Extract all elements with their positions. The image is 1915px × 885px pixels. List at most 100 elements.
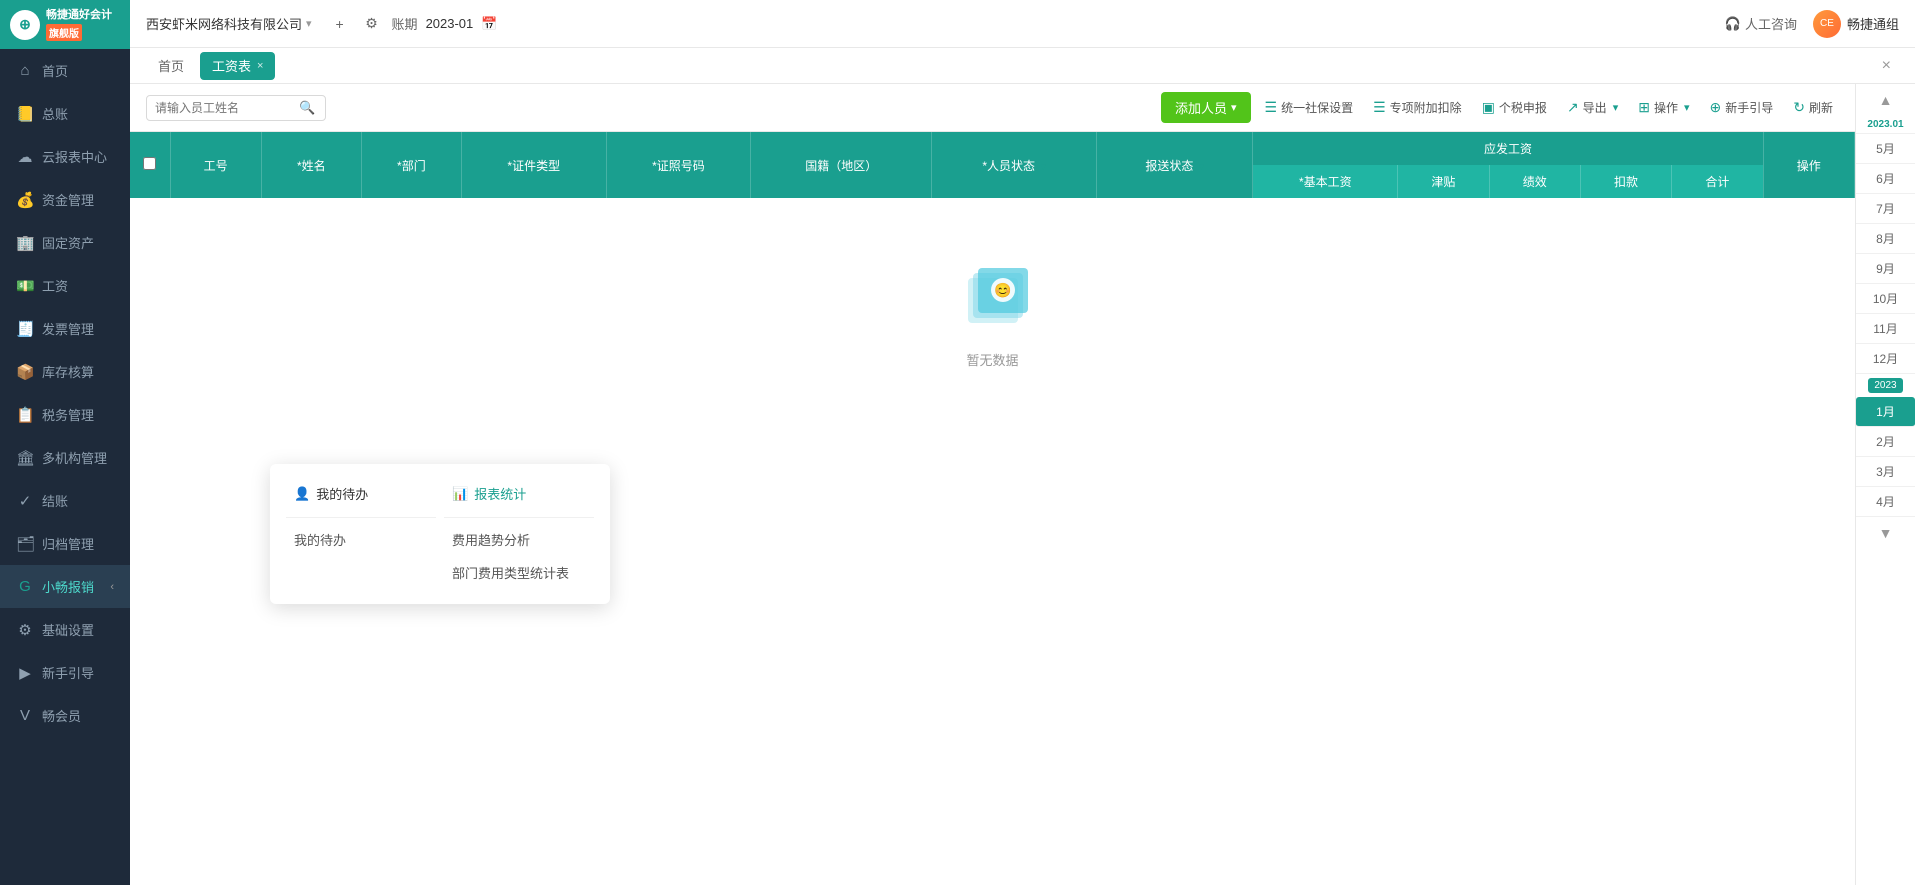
calendar-month-7[interactable]: 7月 (1856, 194, 1915, 224)
sidebar-item-ledger[interactable]: 📒 总账 (0, 92, 130, 135)
person-status-filter-icon[interactable]: ▾ (1040, 161, 1046, 173)
new-guide-button[interactable]: ⊕ 新手引导 (1704, 95, 1780, 120)
sidebar-item-label: 首页 (42, 61, 68, 80)
calendar-month-6[interactable]: 6月 (1856, 164, 1915, 194)
calendar-month-4[interactable]: 4月 (1856, 487, 1915, 517)
topbar-right: 🎧 人工咨询 CE 畅捷通组 (1725, 10, 1899, 38)
th-total: 合计 (1672, 165, 1763, 198)
calendar-up-button[interactable]: ▲ (1874, 88, 1898, 112)
sidebar-item-label: 总账 (42, 104, 68, 123)
th-id-number: *证照号码 (606, 132, 751, 198)
period-label: 账期 (392, 14, 418, 33)
popup-item-dept-cost[interactable]: 部门费用类型统计表 (444, 557, 594, 588)
export-label: 导出 (1583, 99, 1607, 116)
add-person-label: 添加人员 (1175, 98, 1227, 117)
add-person-button[interactable]: 添加人员 ▾ (1161, 92, 1251, 123)
th-name: *姓名 (261, 132, 361, 198)
sidebar-item-label: 工资 (42, 276, 68, 295)
calendar-month-8[interactable]: 8月 (1856, 224, 1915, 254)
calendar-month-9[interactable]: 9月 (1856, 254, 1915, 284)
sidebar-item-salary[interactable]: 💵 工资 (0, 264, 130, 307)
sidebar-item-cloud-report[interactable]: ☁ 云报表中心 (0, 135, 130, 178)
popup-todo-label: 我的待办 (316, 484, 368, 503)
user-info[interactable]: CE 畅捷通组 (1813, 10, 1899, 38)
sidebar-item-archive[interactable]: 🗂 归档管理 (0, 522, 130, 565)
social-insurance-button[interactable]: ☰ 统一社保设置 (1259, 95, 1360, 120)
refresh-button[interactable]: ↻ 刷新 (1787, 95, 1839, 120)
sidebar-item-basic-settings[interactable]: ⚙ 基础设置 (0, 608, 130, 651)
sidebar-item-invoice[interactable]: 🧾 发票管理 (0, 307, 130, 350)
sidebar-item-settle[interactable]: ✓ 结账 (0, 479, 130, 522)
xiaochang-icon: G (16, 578, 34, 595)
help-button[interactable]: 🎧 人工咨询 (1725, 14, 1797, 33)
calendar-down-button[interactable]: ▼ (1874, 521, 1898, 545)
th-deduction: 扣款 (1580, 165, 1671, 198)
calendar-icon[interactable]: 📅 (481, 16, 497, 32)
individual-tax-icon: ▣ (1482, 99, 1495, 116)
calendar-panel: ▲ 2023.01 5月 6月 7月 8月 9月 10月 11月 12月 202… (1855, 84, 1915, 885)
tab-salary-label: 工资表 (212, 56, 251, 75)
tab-close-icon[interactable]: × (257, 60, 263, 72)
special-deduction-button[interactable]: ☰ 专项附加扣除 (1367, 95, 1468, 120)
add-company-button[interactable]: + (328, 12, 352, 36)
calendar-month-10[interactable]: 10月 (1856, 284, 1915, 314)
invoice-icon: 🧾 (16, 320, 34, 338)
sidebar-item-inventory[interactable]: 📦 库存核算 (0, 350, 130, 393)
th-basic-salary: *基本工资 (1253, 165, 1398, 198)
th-operations: 操作 (1763, 132, 1854, 198)
inventory-icon: 📦 (16, 363, 34, 381)
company-selector[interactable]: 西安虾米网络科技有限公司 ▾ (146, 14, 312, 33)
sidebar-item-label: 归档管理 (42, 534, 94, 553)
calendar-month-1[interactable]: 1月 (1856, 397, 1915, 427)
sidebar-item-fixed-assets[interactable]: 🏢 固定资产 (0, 221, 130, 264)
sidebar-item-guide[interactable]: ▶ 新手引导 (0, 651, 130, 694)
sidebar-item-tax[interactable]: 📋 税务管理 (0, 393, 130, 436)
calendar-month-12[interactable]: 12月 (1856, 344, 1915, 374)
user-initials: CE (1820, 18, 1834, 29)
add-person-dropdown-arrow: ▾ (1231, 101, 1237, 114)
special-deduction-icon: ☰ (1373, 99, 1386, 116)
current-year-badge: 2023 (1868, 378, 1902, 393)
sidebar-item-multi-org[interactable]: 🏛 多机构管理 (0, 436, 130, 479)
company-settings-button[interactable]: ⚙ (360, 12, 384, 36)
individual-tax-button[interactable]: ▣ 个税申报 (1476, 95, 1553, 120)
th-checkbox[interactable] (130, 132, 170, 198)
logo-sub: 旗舰版 (46, 24, 82, 41)
popup-item-cost-trend[interactable]: 费用趋势分析 (444, 524, 594, 555)
logo-text: 畅捷通好会计 (46, 8, 112, 22)
popup-item-my-todo[interactable]: 我的待办 (286, 524, 436, 555)
tab-bar-close-button[interactable]: × (1874, 57, 1899, 75)
tab-home[interactable]: 首页 (146, 52, 196, 80)
search-input[interactable] (155, 101, 295, 115)
calendar-month-11[interactable]: 11月 (1856, 314, 1915, 344)
home-icon: ⌂ (16, 62, 34, 79)
user-avatar: CE (1813, 10, 1841, 38)
social-insurance-icon: ☰ (1265, 99, 1278, 116)
th-nationality: 国籍（地区） (751, 132, 932, 198)
calendar-month-5[interactable]: 5月 (1856, 134, 1915, 164)
sidebar-item-label: 畅会员 (42, 706, 81, 725)
sidebar-item-label: 固定资产 (42, 233, 94, 252)
popup-section-report: 📊 报表统计 (444, 480, 594, 518)
salary-toolbar: 🔍 添加人员 ▾ ☰ 统一社保设置 ☰ 专项附加扣除 (130, 84, 1855, 132)
topbar-actions: + ⚙ (328, 12, 384, 36)
select-all-checkbox[interactable] (143, 157, 156, 170)
tab-salary[interactable]: 工资表 × (200, 52, 275, 80)
popup-col-right: 📊 报表统计 费用趋势分析 部门费用类型统计表 (444, 480, 594, 588)
todo-icon: 👤 (294, 486, 310, 502)
archive-icon: 🗂 (16, 535, 34, 553)
sidebar-item-member[interactable]: V 畅会员 (0, 694, 130, 737)
search-box[interactable]: 🔍 (146, 95, 326, 121)
calendar-month-3[interactable]: 3月 (1856, 457, 1915, 487)
sidebar-item-fund[interactable]: 💰 资金管理 (0, 178, 130, 221)
calendar-month-2[interactable]: 2月 (1856, 427, 1915, 457)
search-icon: 🔍 (299, 100, 315, 116)
individual-tax-label: 个税申报 (1499, 99, 1547, 116)
export-button[interactable]: ↗ 导出 ▾ (1561, 95, 1624, 120)
sidebar-item-xiaochang[interactable]: G 小畅报销 ‹ (0, 565, 130, 608)
refresh-label: 刷新 (1809, 99, 1833, 116)
report-status-filter-icon[interactable]: ▾ (1199, 161, 1205, 173)
sidebar-item-home[interactable]: ⌂ 首页 (0, 49, 130, 92)
refresh-icon: ↻ (1793, 99, 1805, 116)
operations-button[interactable]: ⊞ 操作 ▾ (1632, 95, 1695, 120)
